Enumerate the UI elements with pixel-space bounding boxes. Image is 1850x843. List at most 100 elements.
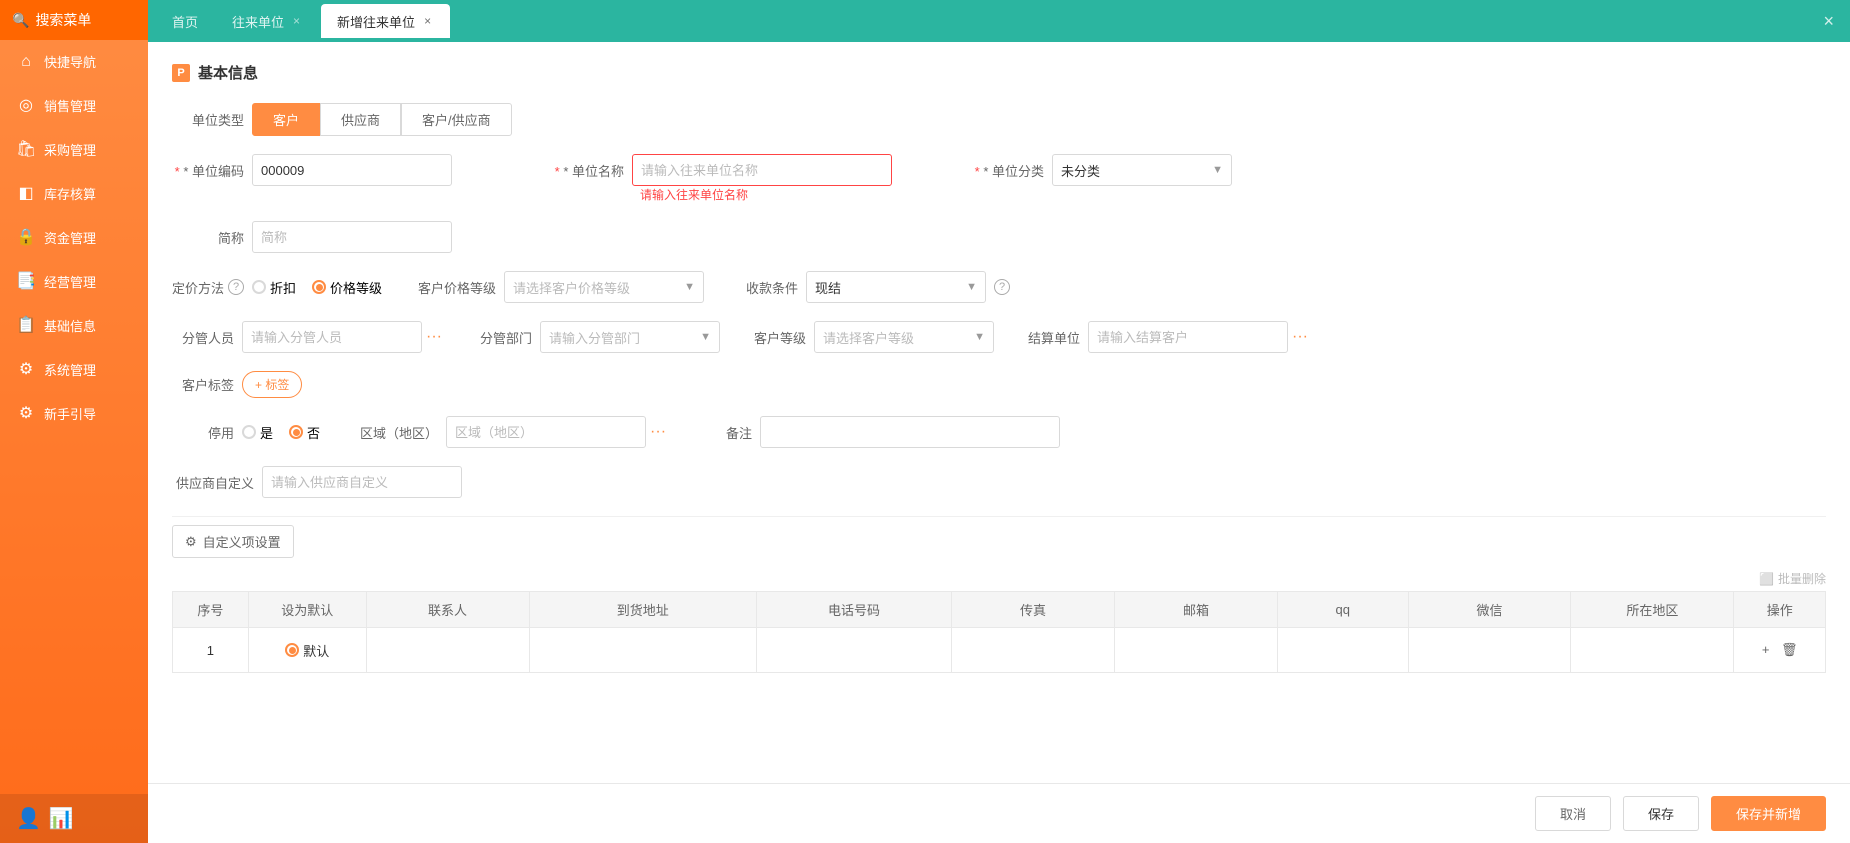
sidebar-item-label: 经营管理 bbox=[44, 272, 96, 291]
phone-input[interactable] bbox=[804, 634, 904, 666]
radio-disabled-no[interactable]: 否 bbox=[289, 423, 320, 442]
chevron-down-icon-3: ▼ bbox=[966, 281, 977, 293]
region-input[interactable] bbox=[446, 416, 646, 448]
unit-name-input[interactable] bbox=[632, 154, 892, 186]
default-radio[interactable]: 默认 bbox=[259, 641, 356, 660]
sidebar-item-inventory[interactable]: ◧ 库存核算 bbox=[0, 171, 148, 215]
short-name-label: 简称 bbox=[172, 228, 252, 247]
manager-row: 分管人员 ··· 分管部门 请输入分管部门 ▼ 客户等级 请选择客户等级 ▼ bbox=[172, 321, 1826, 353]
search-icon: 🔍 bbox=[12, 12, 29, 29]
region-more-btn[interactable]: ··· bbox=[646, 423, 670, 441]
remark-input[interactable] bbox=[760, 416, 1060, 448]
tab-partner[interactable]: 往来单位 × bbox=[216, 4, 319, 38]
manager-more-btn[interactable]: ··· bbox=[422, 328, 446, 346]
col-fax: 传真 bbox=[952, 592, 1115, 628]
sidebar-item-purchase[interactable]: 🛍 采购管理 bbox=[0, 127, 148, 171]
type-btn-supplier[interactable]: 供应商 bbox=[320, 103, 401, 136]
col-region: 所在地区 bbox=[1571, 592, 1734, 628]
finance-icon: 🔒 bbox=[16, 227, 36, 247]
pricing-method-label: 定价方法 ? bbox=[172, 278, 252, 297]
customer-level-select[interactable]: 请选择客户等级 ▼ bbox=[814, 321, 994, 353]
batch-delete-label[interactable]: 批量删除 bbox=[1778, 570, 1826, 587]
address-input[interactable] bbox=[583, 634, 703, 666]
system-icon: ⚙ bbox=[16, 359, 36, 379]
window-close-button[interactable]: × bbox=[1815, 11, 1842, 32]
sidebar-item-quick-nav[interactable]: ⌂ 快捷导航 bbox=[0, 40, 148, 83]
add-row-btn[interactable]: + bbox=[1762, 642, 1770, 657]
region-table-input[interactable] bbox=[1612, 634, 1692, 666]
customer-level-placeholder: 请选择客户等级 bbox=[823, 328, 914, 347]
help-icon[interactable]: ? bbox=[228, 279, 244, 295]
unit-category-label: * * 单位分类 bbox=[972, 161, 1052, 180]
disabled-radio-group: 是 否 bbox=[242, 423, 320, 442]
type-btn-customer[interactable]: 客户 bbox=[252, 103, 320, 136]
short-name-input[interactable] bbox=[252, 221, 452, 253]
unit-code-input[interactable] bbox=[252, 154, 452, 186]
sidebar-item-label: 快捷导航 bbox=[44, 52, 96, 71]
department-select[interactable]: 请输入分管部门 ▼ bbox=[540, 321, 720, 353]
cancel-button[interactable]: 取消 bbox=[1535, 796, 1611, 831]
section-title: 基本信息 bbox=[198, 62, 258, 83]
tab-partner-label: 往来单位 bbox=[232, 12, 284, 31]
customer-price-select[interactable]: 请选择客户价格等级 ▼ bbox=[504, 271, 704, 303]
sidebar-item-system[interactable]: ⚙ 系统管理 bbox=[0, 347, 148, 391]
payment-terms-value: 现结 bbox=[815, 278, 841, 297]
tab-new-partner-label: 新增往来单位 bbox=[337, 12, 415, 31]
sidebar-item-operations[interactable]: 📑 经营管理 bbox=[0, 259, 148, 303]
customer-level-label: 客户等级 bbox=[744, 328, 814, 347]
sidebar-item-finance[interactable]: 🔒 资金管理 bbox=[0, 215, 148, 259]
cell-action: + 🗑 bbox=[1734, 628, 1826, 673]
unit-category-select[interactable]: 未分类 ▼ bbox=[1052, 154, 1232, 186]
payment-terms-select[interactable]: 现结 ▼ bbox=[806, 271, 986, 303]
fax-input[interactable] bbox=[993, 634, 1073, 666]
cell-default: 默认 bbox=[248, 628, 366, 673]
tab-new-partner-close[interactable]: × bbox=[421, 13, 434, 29]
delete-row-btn[interactable]: 🗑 bbox=[1781, 642, 1798, 657]
col-contact: 联系人 bbox=[366, 592, 529, 628]
radio-label-discount: 折扣 bbox=[270, 278, 296, 297]
unit-category-label-text: * 单位分类 bbox=[983, 164, 1044, 179]
batch-delete-area: ⬜ 批量删除 bbox=[172, 570, 1826, 587]
radio-price-level[interactable]: 价格等级 bbox=[312, 278, 382, 297]
col-index: 序号 bbox=[173, 592, 249, 628]
type-btn-both[interactable]: 客户/供应商 bbox=[401, 103, 512, 136]
radio-inner-price-level bbox=[316, 284, 323, 291]
sidebar-item-guide[interactable]: ⚙ 新手引导 bbox=[0, 391, 148, 435]
wechat-input[interactable] bbox=[1450, 634, 1530, 666]
col-action: 操作 bbox=[1734, 592, 1826, 628]
sidebar-item-sales[interactable]: ◎ 销售管理 bbox=[0, 83, 148, 127]
custom-settings-button[interactable]: ⚙ 自定义项设置 bbox=[172, 525, 294, 558]
settlement-more-btn[interactable]: ··· bbox=[1288, 328, 1312, 346]
settlement-input[interactable] bbox=[1088, 321, 1288, 353]
search-menu[interactable]: 🔍 搜索菜单 bbox=[0, 0, 148, 40]
payment-terms-help-icon[interactable]: ? bbox=[994, 279, 1010, 295]
manager-input[interactable] bbox=[242, 321, 422, 353]
save-new-button[interactable]: 保存并新增 bbox=[1711, 796, 1826, 831]
sidebar-item-basic-info[interactable]: 📋 基础信息 bbox=[0, 303, 148, 347]
radio-discount[interactable]: 折扣 bbox=[252, 278, 296, 297]
radio-disabled-yes[interactable]: 是 bbox=[242, 423, 273, 442]
cell-index: 1 bbox=[173, 628, 249, 673]
tab-home[interactable]: 首页 bbox=[156, 4, 214, 38]
settlement-label: 结算单位 bbox=[1018, 328, 1088, 347]
add-tag-button[interactable]: + 标签 bbox=[242, 371, 302, 398]
save-button[interactable]: 保存 bbox=[1623, 796, 1699, 831]
contact-table: 序号 设为默认 联系人 到货地址 电话号码 传真 邮箱 qq 微信 所在地区 操… bbox=[172, 591, 1826, 673]
contact-input[interactable] bbox=[408, 634, 488, 666]
qq-input[interactable] bbox=[1313, 634, 1373, 666]
default-radio-label: 默认 bbox=[303, 641, 329, 660]
email-input[interactable] bbox=[1156, 634, 1236, 666]
tab-partner-close[interactable]: × bbox=[290, 13, 303, 29]
supplier-custom-input[interactable] bbox=[262, 466, 462, 498]
home-icon: ⌂ bbox=[16, 53, 36, 71]
radio-outer-price-level bbox=[312, 280, 326, 294]
section-basic-info: P 基本信息 bbox=[172, 62, 1826, 83]
customer-price-label: 客户价格等级 bbox=[414, 278, 504, 297]
radio-label-no: 否 bbox=[307, 423, 320, 442]
tab-new-partner[interactable]: 新增往来单位 × bbox=[321, 4, 450, 38]
unit-type-buttons: 客户 供应商 客户/供应商 bbox=[252, 103, 512, 136]
customer-tag-row: 客户标签 + 标签 bbox=[172, 371, 1826, 398]
bar-chart-icon: 📊 bbox=[49, 806, 74, 831]
sales-icon: ◎ bbox=[16, 95, 36, 115]
sidebar-item-label: 采购管理 bbox=[44, 140, 96, 159]
